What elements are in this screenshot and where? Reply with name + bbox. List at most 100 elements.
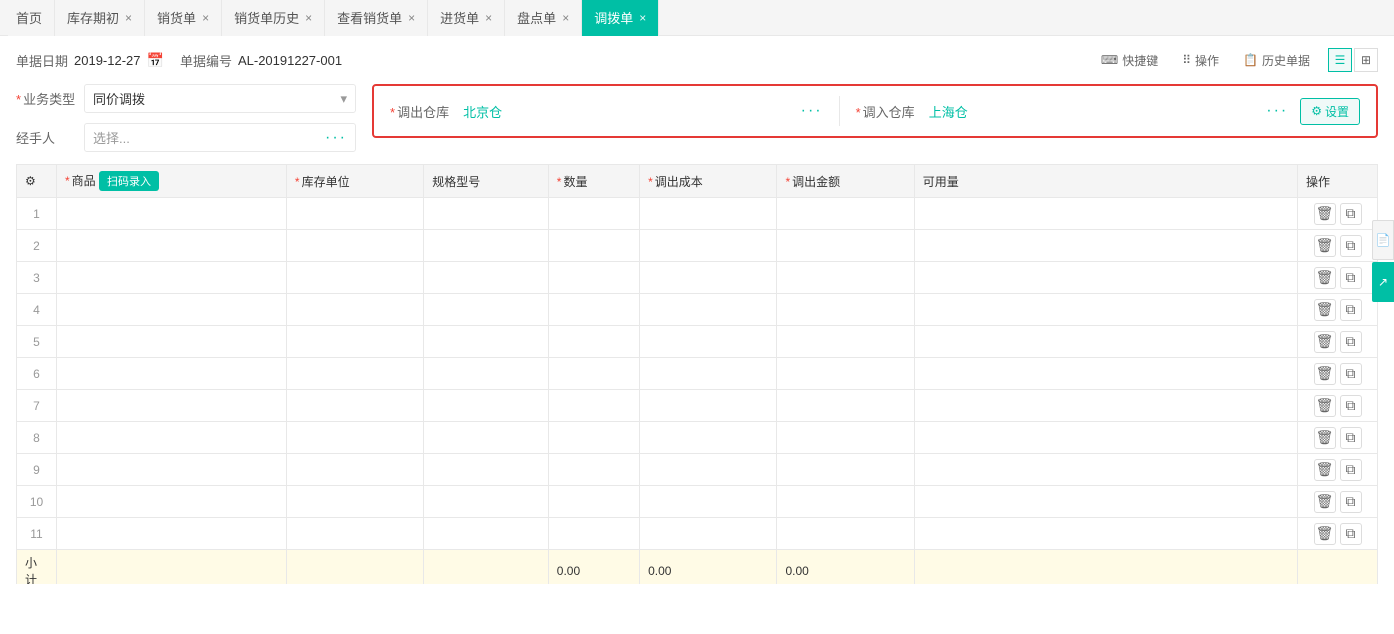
operations-btn[interactable]: ⠿ 操作 [1176, 50, 1225, 71]
cell-unit-8[interactable] [286, 422, 423, 454]
th-settings[interactable]: ⚙ [17, 165, 57, 198]
cell-unit-9[interactable] [286, 454, 423, 486]
tab-item-home[interactable]: 首页 [8, 0, 55, 36]
cell-unit-2[interactable] [286, 230, 423, 262]
tab-close-init-stock[interactable]: × [125, 11, 132, 25]
cell-amount-7[interactable] [777, 390, 914, 422]
copy-btn-1[interactable]: ⧉ [1340, 203, 1362, 225]
tab-item-inventory[interactable]: 盘点单× [505, 0, 582, 36]
layout-btn-list[interactable]: ☰ [1328, 48, 1352, 72]
delete-btn-7[interactable]: 🗑 [1314, 395, 1336, 417]
delete-btn-9[interactable]: 🗑 [1314, 459, 1336, 481]
panel-btn-export[interactable]: ↗ [1372, 262, 1394, 302]
cell-amount-9[interactable] [777, 454, 914, 486]
cell-amount-2[interactable] [777, 230, 914, 262]
delete-btn-6[interactable]: 🗑 [1314, 363, 1336, 385]
cell-amount-5[interactable] [777, 326, 914, 358]
cell-amount-3[interactable] [777, 262, 914, 294]
cell-goods-3[interactable] [57, 262, 287, 294]
tab-close-sales-order[interactable]: × [202, 11, 209, 25]
cell-cost-11[interactable] [640, 518, 777, 550]
cell-avail-9[interactable] [914, 454, 1297, 486]
cell-qty-8[interactable] [548, 422, 639, 454]
copy-btn-4[interactable]: ⧉ [1340, 299, 1362, 321]
cell-avail-10[interactable] [914, 486, 1297, 518]
history-btn[interactable]: 📋 历史单据 [1237, 50, 1316, 71]
cell-spec-2[interactable] [424, 230, 549, 262]
cell-qty-10[interactable] [548, 486, 639, 518]
handler-select[interactable]: 选择... ··· [84, 123, 356, 152]
cell-goods-6[interactable] [57, 358, 287, 390]
cell-cost-9[interactable] [640, 454, 777, 486]
copy-btn-5[interactable]: ⧉ [1340, 331, 1362, 353]
cell-unit-7[interactable] [286, 390, 423, 422]
handler-more-btn[interactable]: ··· [325, 129, 347, 147]
cell-cost-8[interactable] [640, 422, 777, 454]
cell-qty-3[interactable] [548, 262, 639, 294]
cell-qty-11[interactable] [548, 518, 639, 550]
cell-unit-10[interactable] [286, 486, 423, 518]
cell-goods-1[interactable] [57, 198, 287, 230]
cell-spec-4[interactable] [424, 294, 549, 326]
cell-goods-9[interactable] [57, 454, 287, 486]
cell-qty-1[interactable] [548, 198, 639, 230]
cell-unit-4[interactable] [286, 294, 423, 326]
cell-amount-11[interactable] [777, 518, 914, 550]
cell-spec-1[interactable] [424, 198, 549, 230]
copy-btn-2[interactable]: ⧉ [1340, 235, 1362, 257]
biz-type-select[interactable]: 同价调拨 ▾ [84, 84, 356, 113]
delete-btn-5[interactable]: 🗑 [1314, 331, 1336, 353]
cell-spec-9[interactable] [424, 454, 549, 486]
cell-amount-6[interactable] [777, 358, 914, 390]
cell-unit-1[interactable] [286, 198, 423, 230]
cell-qty-4[interactable] [548, 294, 639, 326]
cell-spec-10[interactable] [424, 486, 549, 518]
cell-qty-7[interactable] [548, 390, 639, 422]
copy-btn-6[interactable]: ⧉ [1340, 363, 1362, 385]
cell-goods-2[interactable] [57, 230, 287, 262]
cell-avail-8[interactable] [914, 422, 1297, 454]
copy-btn-7[interactable]: ⧉ [1340, 395, 1362, 417]
layout-btn-grid[interactable]: ⊞ [1354, 48, 1378, 72]
cell-unit-3[interactable] [286, 262, 423, 294]
cell-qty-6[interactable] [548, 358, 639, 390]
tab-item-sales-history[interactable]: 销货单历史× [222, 0, 325, 36]
delete-btn-10[interactable]: 🗑 [1314, 491, 1336, 513]
cell-cost-6[interactable] [640, 358, 777, 390]
cell-goods-5[interactable] [57, 326, 287, 358]
copy-btn-10[interactable]: ⧉ [1340, 491, 1362, 513]
cell-qty-2[interactable] [548, 230, 639, 262]
tab-item-init-stock[interactable]: 库存期初× [55, 0, 145, 36]
out-warehouse-more-btn[interactable]: ··· [801, 102, 823, 120]
cell-cost-5[interactable] [640, 326, 777, 358]
tab-item-transfer[interactable]: 调拨单× [582, 0, 659, 36]
cell-cost-3[interactable] [640, 262, 777, 294]
cell-unit-11[interactable] [286, 518, 423, 550]
cell-spec-5[interactable] [424, 326, 549, 358]
cell-avail-7[interactable] [914, 390, 1297, 422]
copy-btn-9[interactable]: ⧉ [1340, 459, 1362, 481]
in-warehouse-more-btn[interactable]: ··· [1266, 102, 1288, 120]
cell-avail-2[interactable] [914, 230, 1297, 262]
cell-avail-11[interactable] [914, 518, 1297, 550]
cell-unit-5[interactable] [286, 326, 423, 358]
warehouse-settings-btn[interactable]: ⚙ 设置 [1300, 98, 1360, 125]
copy-btn-3[interactable]: ⧉ [1340, 267, 1362, 289]
cell-amount-10[interactable] [777, 486, 914, 518]
cell-unit-6[interactable] [286, 358, 423, 390]
delete-btn-8[interactable]: 🗑 [1314, 427, 1336, 449]
tab-close-view-sales[interactable]: × [408, 11, 415, 25]
delete-btn-1[interactable]: 🗑 [1314, 203, 1336, 225]
tab-close-purchase-order[interactable]: × [485, 11, 492, 25]
delete-btn-4[interactable]: 🗑 [1314, 299, 1336, 321]
tab-item-purchase-order[interactable]: 进货单× [428, 0, 505, 36]
copy-btn-8[interactable]: ⧉ [1340, 427, 1362, 449]
panel-btn-doc[interactable]: 📄 [1372, 220, 1394, 260]
cell-cost-1[interactable] [640, 198, 777, 230]
cell-avail-6[interactable] [914, 358, 1297, 390]
cell-qty-5[interactable] [548, 326, 639, 358]
tab-item-sales-order[interactable]: 销货单× [145, 0, 222, 36]
cell-goods-7[interactable] [57, 390, 287, 422]
cell-spec-6[interactable] [424, 358, 549, 390]
cell-cost-7[interactable] [640, 390, 777, 422]
